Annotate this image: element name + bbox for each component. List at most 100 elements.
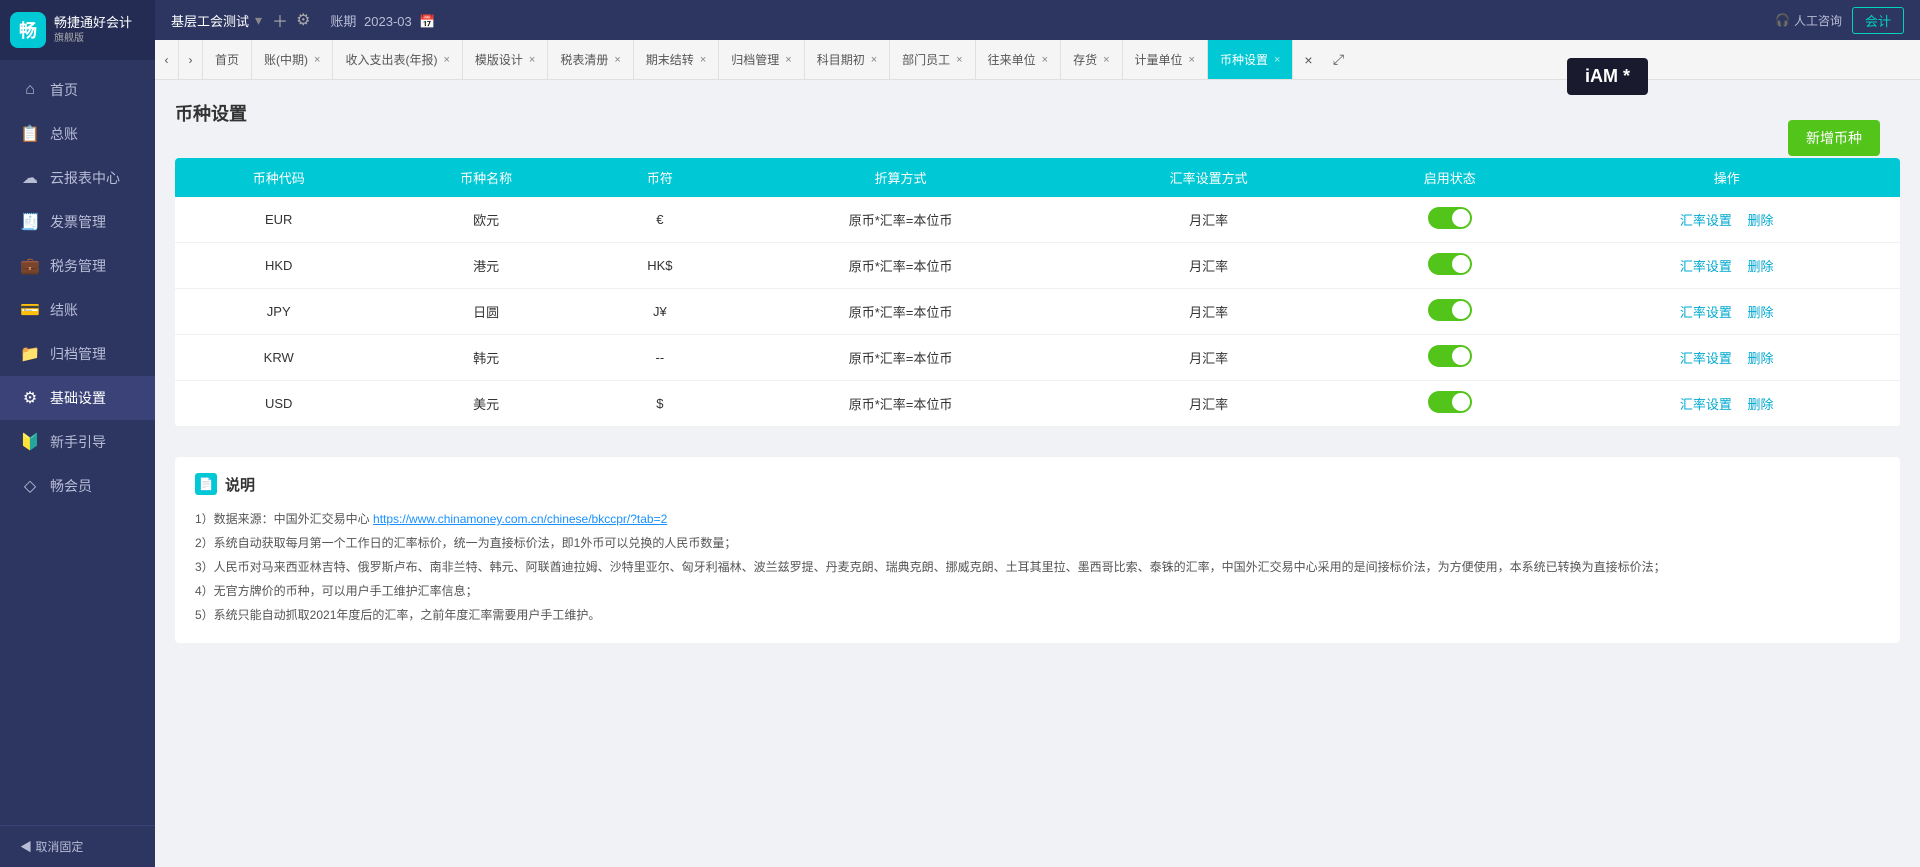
rate-setting-link-4[interactable]: 汇率设置: [1680, 397, 1732, 412]
tab-close-tax_clear[interactable]: ×: [614, 54, 620, 66]
calendar-icon[interactable]: 📅: [419, 14, 435, 29]
toggle-cell-4[interactable]: [1346, 381, 1553, 427]
tab-subject_init[interactable]: 科目期初×: [805, 40, 890, 80]
tab-close-subject_init[interactable]: ×: [871, 54, 877, 66]
tab-close-period[interactable]: ×: [314, 54, 320, 66]
topbar: 基层工会测试 ▾ ＋ ⚙ 账期 2023-03 📅 🎧 人工咨询 会计: [155, 0, 1920, 40]
tab-close-period_end[interactable]: ×: [700, 54, 706, 66]
tab-unit[interactable]: 计量单位×: [1123, 40, 1208, 80]
tab-prev-button[interactable]: ‹: [155, 40, 179, 80]
rate-setting-link-2[interactable]: 汇率设置: [1680, 305, 1732, 320]
tab-expand-button[interactable]: ⤢: [1323, 40, 1353, 80]
delete-link-1[interactable]: 删除: [1748, 259, 1774, 274]
tab-inventory[interactable]: 存货×: [1061, 40, 1122, 80]
tab-close-currency[interactable]: ×: [1274, 54, 1280, 66]
note-item-3: 4）无官方牌价的币种，可以用户手工维护汇率信息；: [195, 579, 1880, 603]
tab-close-income[interactable]: ×: [443, 54, 449, 66]
cell-2-4: 月汇率: [1071, 289, 1346, 335]
toggle-cell-1[interactable]: [1346, 243, 1553, 289]
add-icon[interactable]: ＋: [272, 8, 288, 32]
headset-icon: 🎧: [1775, 13, 1790, 27]
nav-icon-archive: 📁: [20, 344, 40, 364]
delete-link-4[interactable]: 删除: [1748, 397, 1774, 412]
action-cell-4: 汇率设置 删除: [1553, 381, 1900, 427]
enable-toggle-3[interactable]: [1428, 345, 1472, 367]
topbar-right: 🎧 人工咨询 会计: [1775, 7, 1904, 34]
dropdown-arrow-icon[interactable]: ▾: [255, 12, 262, 29]
cell-0-3: 原币*汇率=本位币: [730, 197, 1071, 243]
sidebar-item-invoice[interactable]: 🧾 发票管理: [0, 200, 155, 244]
add-currency-button[interactable]: 新增币种: [1788, 120, 1880, 156]
tab-currency[interactable]: 币种设置×: [1208, 40, 1293, 80]
table-row: HKD港元HK$原币*汇率=本位币月汇率 汇率设置 删除: [175, 243, 1900, 289]
tab-next-button[interactable]: ›: [179, 40, 203, 80]
tab-counterpart[interactable]: 往来单位 ×: [976, 40, 1061, 80]
tab-label-period: 账(中期): [264, 51, 308, 68]
rate-setting-link-3[interactable]: 汇率设置: [1680, 351, 1732, 366]
accounting-button[interactable]: 会计: [1852, 7, 1904, 34]
nav-label-settings: 基础设置: [50, 388, 106, 408]
tab-tax_clear[interactable]: 税表清册×: [548, 40, 633, 80]
table-row: EUR欧元€原币*汇率=本位币月汇率 汇率设置 删除: [175, 197, 1900, 243]
table-row: JPY日圆J¥原币*汇率=本位币月汇率 汇率设置 删除: [175, 289, 1900, 335]
nav-icon-invoice: 🧾: [20, 212, 40, 232]
toggle-cell-3[interactable]: [1346, 335, 1553, 381]
app-name: 畅捷通好会计: [54, 15, 132, 32]
note-item-1: 2）系统自动获取每月第一个工作日的汇率标价，统一为直接标价法，即1外币可以兑换的…: [195, 531, 1880, 555]
tab-period_end[interactable]: 期末结转×: [634, 40, 719, 80]
currency-table: 币种代码币种名称币符折算方式汇率设置方式启用状态操作 EUR欧元€原币*汇率=本…: [175, 158, 1900, 427]
nav-icon-ledger: 📋: [20, 124, 40, 144]
tab-income[interactable]: 收入支出表(年报)×: [333, 40, 462, 80]
delete-link-3[interactable]: 删除: [1748, 351, 1774, 366]
note-section: 📄 说明 1）数据来源：中国外汇交易中心 https://www.chinamo…: [175, 457, 1900, 643]
tab-close-unit[interactable]: ×: [1189, 54, 1195, 66]
enable-toggle-2[interactable]: [1428, 299, 1472, 321]
enable-toggle-4[interactable]: [1428, 391, 1472, 413]
rate-setting-link-0[interactable]: 汇率设置: [1680, 213, 1732, 228]
action-cell-1: 汇率设置 删除: [1553, 243, 1900, 289]
tab-home[interactable]: 首页: [203, 40, 252, 80]
sidebar-item-guide[interactable]: 🔰 新手引导: [0, 420, 155, 464]
settings-icon[interactable]: ⚙: [296, 10, 310, 30]
tab-close-archive_mgmt[interactable]: ×: [785, 54, 791, 66]
enable-toggle-0[interactable]: [1428, 207, 1472, 229]
rate-setting-link-1[interactable]: 汇率设置: [1680, 259, 1732, 274]
delete-link-2[interactable]: 删除: [1748, 305, 1774, 320]
sidebar-item-member[interactable]: ◇ 畅会员: [0, 464, 155, 508]
sidebar-item-reports[interactable]: ☁ 云报表中心: [0, 156, 155, 200]
tab-dept_staff[interactable]: 部门员工×: [890, 40, 975, 80]
note-item-4: 5）系统只能自动抓取2021年度后的汇率，之前年度汇率需要用户手工维护。: [195, 603, 1880, 627]
tab-close-dept_staff[interactable]: ×: [956, 54, 962, 66]
consult-button[interactable]: 🎧 人工咨询: [1775, 12, 1842, 29]
content-area[interactable]: 币种设置 新增币种 币种代码币种名称币符折算方式汇率设置方式启用状态操作 EUR…: [155, 80, 1920, 867]
sidebar-item-archive[interactable]: 📁 归档管理: [0, 332, 155, 376]
tab-label-counterpart: 往来单位: [988, 51, 1036, 68]
tab-period[interactable]: 账(中期) ×: [252, 40, 333, 80]
toggle-cell-2[interactable]: [1346, 289, 1553, 335]
tab-template[interactable]: 模版设计 ×: [463, 40, 548, 80]
sidebar-item-home[interactable]: ⌂ 首页: [0, 68, 155, 112]
sidebar: 畅 畅捷通好会计 旗舰版 ⌂ 首页📋 总账☁ 云报表中心🧾 发票管理💼 税务管理…: [0, 0, 155, 867]
nav-label-invoice: 发票管理: [50, 212, 106, 232]
sidebar-item-checkout[interactable]: 💳 结账: [0, 288, 155, 332]
cell-0-1: 欧元: [382, 197, 589, 243]
delete-link-0[interactable]: 删除: [1748, 213, 1774, 228]
enable-toggle-1[interactable]: [1428, 253, 1472, 275]
sidebar-item-ledger[interactable]: 📋 总账: [0, 112, 155, 156]
tab-close-counterpart[interactable]: ×: [1042, 54, 1048, 66]
toggle-cell-0[interactable]: [1346, 197, 1553, 243]
sidebar-footer[interactable]: ◀ 取消固定: [0, 825, 155, 867]
logo-icon: 畅: [10, 12, 46, 48]
tab-close-all-button[interactable]: ×: [1293, 40, 1323, 80]
sidebar-item-settings[interactable]: ⚙ 基础设置: [0, 376, 155, 420]
tab-close-inventory[interactable]: ×: [1103, 54, 1109, 66]
tab-close-template[interactable]: ×: [529, 54, 535, 66]
tab-label-template: 模版设计: [475, 51, 523, 68]
nav-label-checkout: 结账: [50, 300, 78, 320]
note-icon: 📄: [195, 473, 217, 495]
tabbar: ‹›首页账(中期)×收入支出表(年报)×模版设计×税表清册×期末结转×归档管理×…: [155, 40, 1920, 80]
tab-archive_mgmt[interactable]: 归档管理×: [719, 40, 804, 80]
sidebar-item-tax[interactable]: 💼 税务管理: [0, 244, 155, 288]
table-header-操作: 操作: [1553, 158, 1900, 197]
note-external-link[interactable]: https://www.chinamoney.com.cn/chinese/bk…: [373, 512, 667, 526]
